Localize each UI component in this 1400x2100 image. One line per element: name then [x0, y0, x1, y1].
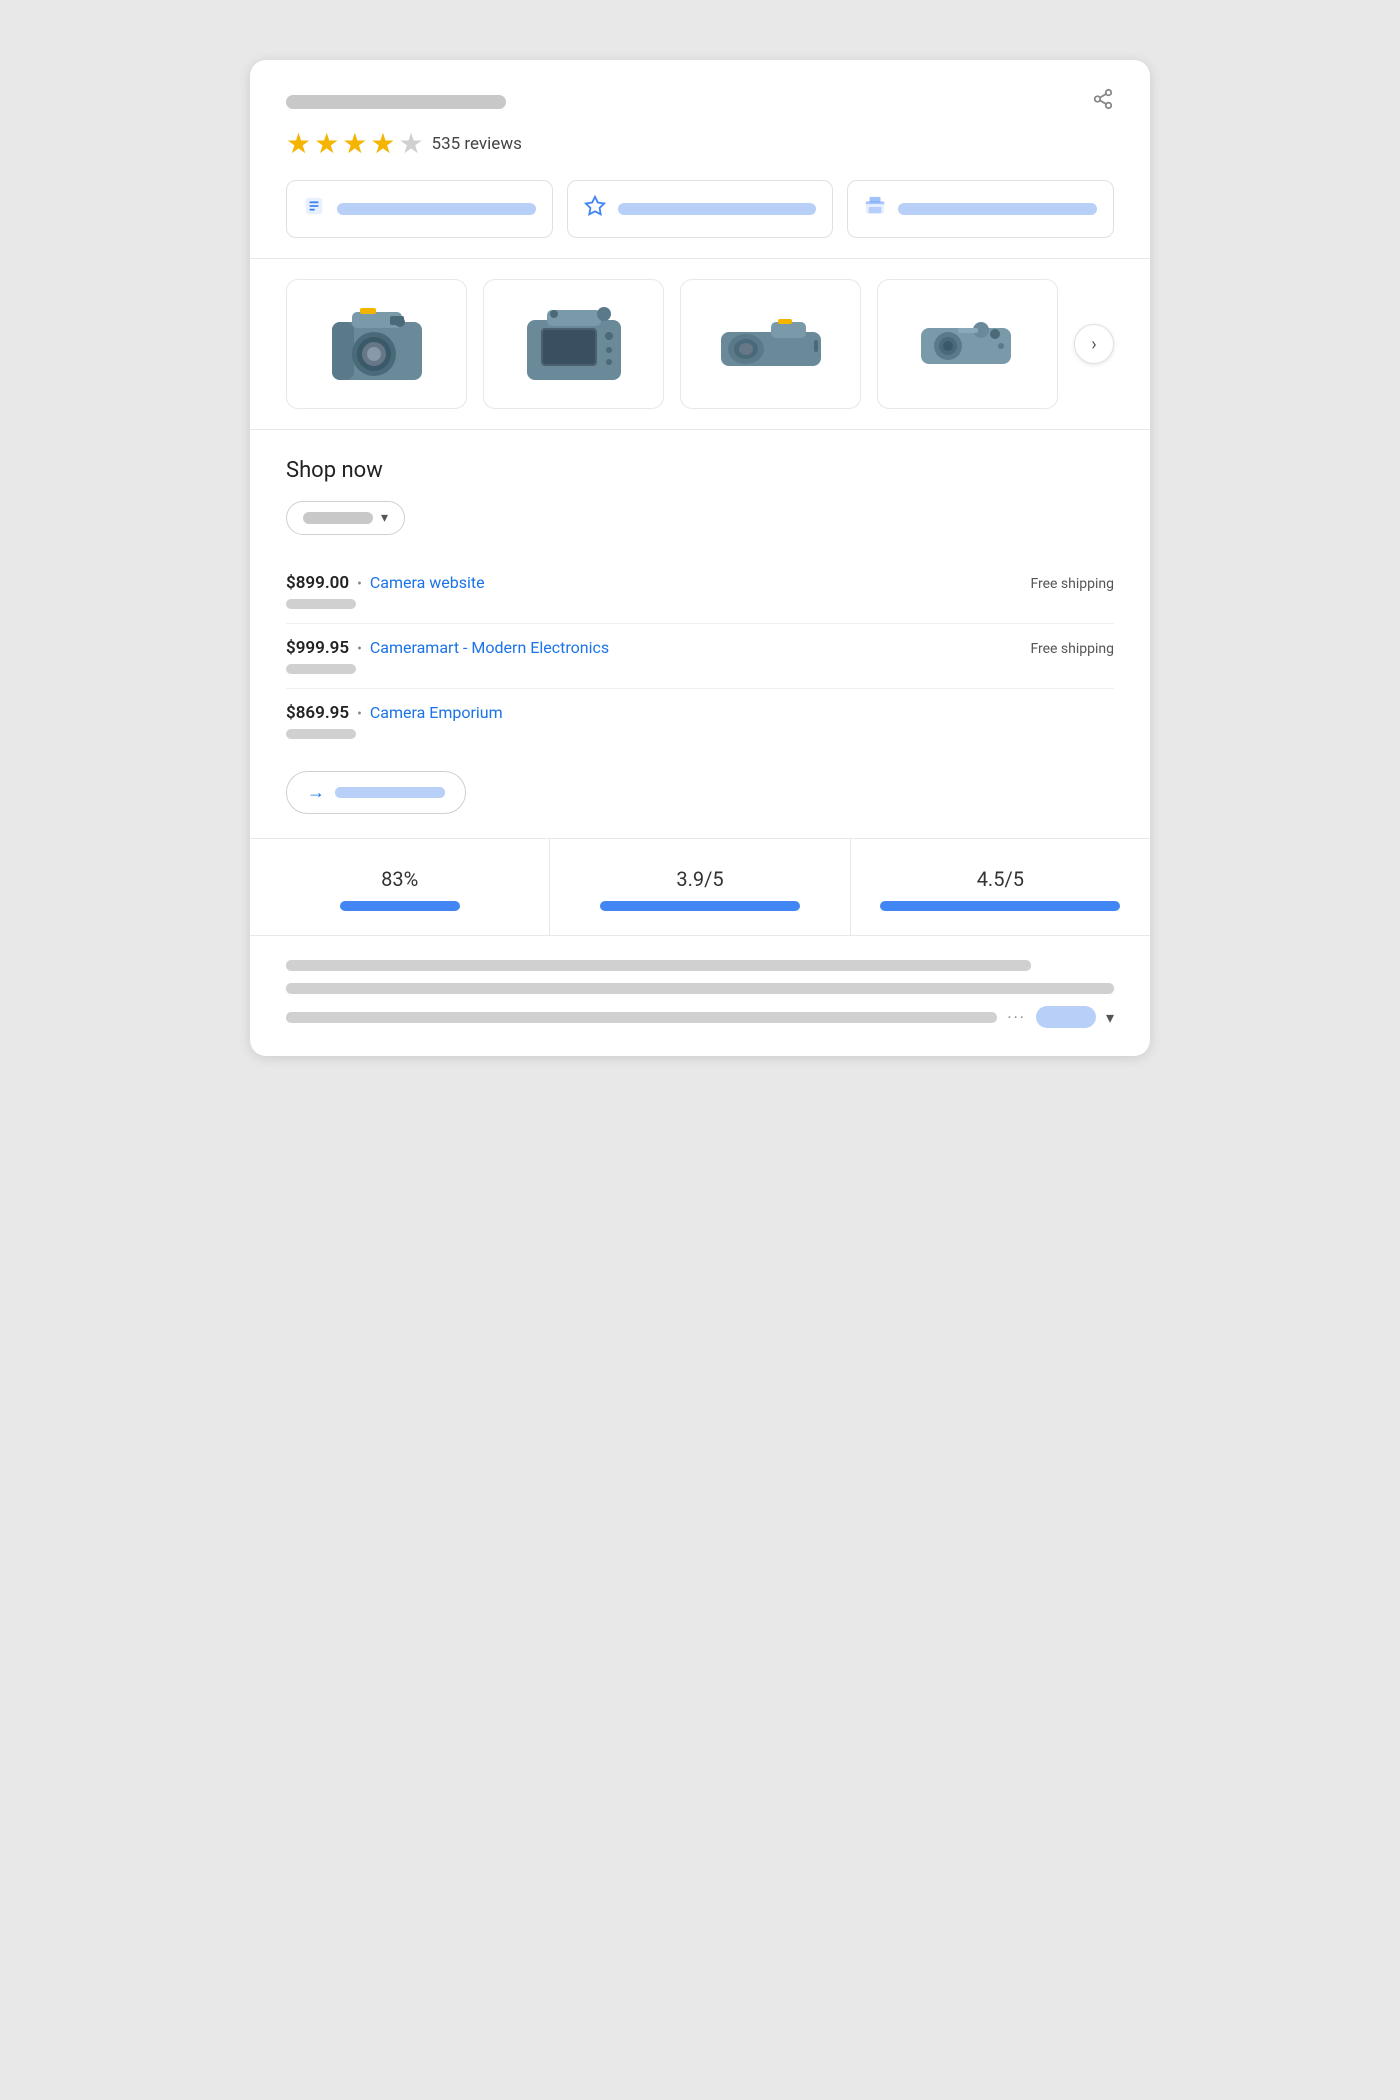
shop-item-row-3: $869.95 • Camera Emporium [286, 703, 1114, 723]
action-buttons [286, 180, 1114, 238]
shipping-2: Free shipping [1030, 641, 1114, 657]
dot-2: • [357, 641, 362, 657]
review-count: 535 reviews [432, 134, 522, 154]
share-icon[interactable] [1092, 88, 1114, 115]
more-label [335, 787, 445, 798]
shop-section: Shop now ▾ $899.00 • Camera website Free… [250, 430, 1150, 839]
price-1: $899.00 [286, 573, 349, 593]
footer-tag[interactable] [1036, 1006, 1096, 1028]
item-sub-2 [286, 664, 356, 674]
camera-image-2[interactable] [483, 279, 664, 409]
images-row: › [286, 279, 1114, 409]
stat-bar-2 [600, 901, 800, 911]
star-2: ★ [314, 127, 339, 160]
specs-button[interactable] [286, 180, 553, 238]
star-4: ★ [370, 127, 395, 160]
item-sub-1 [286, 599, 356, 609]
store-link-2[interactable]: Cameramart - Modern Electronics [370, 638, 609, 657]
price-2: $999.95 [286, 638, 349, 658]
chevron-down-icon: ▾ [381, 510, 388, 526]
stat-item-3: 4.5/5 [851, 839, 1150, 935]
arrow-right-icon: → [307, 782, 325, 803]
shop-item-left-1: $899.00 • Camera website [286, 573, 485, 593]
dot-1: • [357, 576, 362, 592]
camera-image-4[interactable] [877, 279, 1058, 409]
shop-item-2: $999.95 • Cameramart - Modern Electronic… [286, 624, 1114, 689]
star-icon [584, 195, 606, 223]
title-bar [286, 88, 1114, 115]
store-label [898, 203, 1097, 215]
save-label [618, 203, 817, 215]
filter-label [303, 512, 373, 524]
shop-item-1: $899.00 • Camera website Free shipping [286, 559, 1114, 624]
footer-last-row: ··· ▾ [286, 1006, 1114, 1028]
stat-bar-1 [340, 901, 460, 911]
footer-section: ··· ▾ [250, 936, 1150, 1056]
footer-line-2 [286, 983, 1114, 994]
star-3: ★ [342, 127, 367, 160]
store-icon [864, 195, 886, 223]
shop-item-left-3: $869.95 • Camera Emporium [286, 703, 503, 723]
store-link-1[interactable]: Camera website [370, 573, 485, 592]
more-stores-button[interactable]: → [286, 771, 466, 814]
stat-item-2: 3.9/5 [550, 839, 850, 935]
price-3: $869.95 [286, 703, 349, 723]
top-section: ★ ★ ★ ★ ★ 535 reviews [250, 60, 1150, 259]
star-5: ★ [398, 127, 423, 160]
stat-value-1: 83% [270, 867, 529, 891]
footer-line-partial [286, 1012, 997, 1023]
images-section: › [250, 259, 1150, 430]
star-1: ★ [286, 127, 311, 160]
shop-item-3: $869.95 • Camera Emporium [286, 689, 1114, 753]
stat-bar-3 [880, 901, 1120, 911]
camera-image-1[interactable] [286, 279, 467, 409]
next-button[interactable]: › [1074, 324, 1114, 364]
store-link-3[interactable]: Camera Emporium [370, 703, 503, 722]
camera-image-3[interactable] [680, 279, 861, 409]
specs-label [337, 203, 536, 215]
shipping-1: Free shipping [1030, 576, 1114, 592]
checklist-icon [303, 195, 325, 223]
shop-item-row-1: $899.00 • Camera website Free shipping [286, 573, 1114, 593]
stat-value-2: 3.9/5 [570, 867, 829, 891]
shop-item-left-2: $999.95 • Cameramart - Modern Electronic… [286, 638, 609, 658]
product-title-placeholder [286, 95, 506, 109]
filter-button[interactable]: ▾ [286, 501, 405, 535]
chevron-down-icon: ▾ [1106, 1008, 1114, 1027]
shop-title: Shop now [286, 458, 1114, 483]
rating-row: ★ ★ ★ ★ ★ 535 reviews [286, 127, 1114, 160]
stars-container: ★ ★ ★ ★ ★ [286, 127, 424, 160]
shop-item-row-2: $999.95 • Cameramart - Modern Electronic… [286, 638, 1114, 658]
stat-value-3: 4.5/5 [871, 867, 1130, 891]
footer-line-1 [286, 960, 1031, 971]
main-card: ★ ★ ★ ★ ★ 535 reviews [250, 60, 1150, 1056]
save-button[interactable] [567, 180, 834, 238]
ellipsis-icon: ··· [1007, 1008, 1026, 1027]
stat-item-1: 83% [250, 839, 550, 935]
item-sub-3 [286, 729, 356, 739]
dot-3: • [357, 706, 362, 722]
store-button[interactable] [847, 180, 1114, 238]
stats-section: 83% 3.9/5 4.5/5 [250, 839, 1150, 936]
